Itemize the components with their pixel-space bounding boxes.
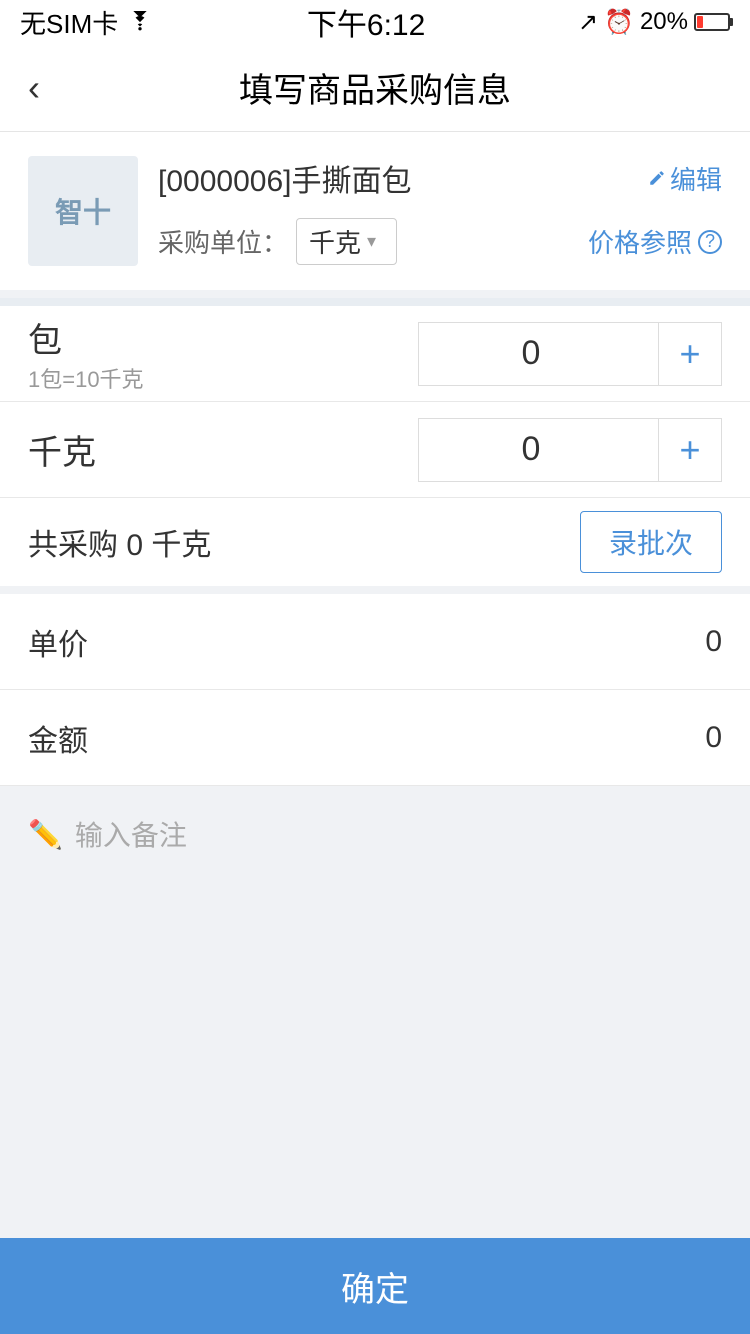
location-icon: ↗ — [578, 8, 598, 37]
remark-placeholder: 输入备注 — [75, 814, 187, 854]
status-bar: 无SIM卡 下午6:12 ↗ ⏰ 20% — [0, 0, 750, 44]
status-time: 下午6:12 — [307, 0, 425, 44]
input-section: 包 1包=10千克 + 千克 + — [0, 306, 750, 498]
status-left: 无SIM卡 — [20, 4, 154, 41]
wifi-icon — [126, 7, 154, 38]
total-summary-text: 共采购 0 千克 — [28, 520, 211, 564]
main-content: 智十 [0000006]手撕面包 编辑 采购单位： 千克 — [0, 132, 750, 1278]
bag-main-label: 包 — [28, 313, 144, 362]
page-title: 填写商品采购信息 — [239, 63, 511, 112]
unit-row: 采购单位： 千克 ▾ 价格参照 ? — [158, 218, 722, 265]
content-spacer — [0, 882, 750, 1182]
edit-icon — [648, 169, 666, 187]
bag-quantity-input[interactable] — [418, 322, 658, 386]
amount-label: 金额 — [28, 716, 88, 760]
back-button[interactable]: ‹ — [28, 67, 40, 109]
unit-price-label: 单价 — [28, 620, 88, 664]
carrier-label: 无SIM卡 — [20, 4, 118, 41]
battery-icon — [694, 13, 730, 31]
bag-label: 包 1包=10千克 — [28, 313, 144, 394]
bag-plus-button[interactable]: + — [658, 322, 722, 386]
dropdown-arrow-icon: ▾ — [367, 231, 376, 252]
battery-percent: 20% — [640, 8, 688, 36]
kg-plus-button[interactable]: + — [658, 418, 722, 482]
bag-input-control: + — [144, 322, 722, 386]
product-id: [0000006] — [158, 165, 291, 198]
product-name: [0000006]手撕面包 — [158, 156, 411, 200]
help-icon: ? — [698, 230, 722, 254]
amount-row: 金额 0 — [0, 690, 750, 786]
product-logo: 智十 — [55, 191, 111, 231]
unit-value: 千克 — [309, 223, 361, 260]
batch-button[interactable]: 录批次 — [580, 511, 722, 573]
unit-price-value: 0 — [705, 625, 722, 659]
bag-input-row: 包 1包=10千克 + — [0, 306, 750, 402]
kg-input-control: + — [108, 418, 722, 482]
nav-bar: ‹ 填写商品采购信息 — [0, 44, 750, 132]
kg-label: 千克 — [28, 425, 108, 474]
kg-main-label: 千克 — [28, 425, 108, 474]
kg-input-row: 千克 + — [0, 402, 750, 498]
kg-quantity-input[interactable] — [418, 418, 658, 482]
unit-price-row: 单价 0 — [0, 594, 750, 690]
divider-1 — [0, 298, 750, 306]
confirm-button[interactable]: 确定 — [0, 1238, 750, 1334]
product-name-row: [0000006]手撕面包 编辑 — [158, 156, 722, 200]
alarm-icon: ⏰ — [604, 8, 634, 37]
price-ref-button[interactable]: 价格参照 ? — [588, 223, 722, 260]
unit-label: 采购单位： — [158, 223, 288, 260]
product-info: [0000006]手撕面包 编辑 采购单位： 千克 ▾ — [158, 156, 722, 265]
amount-value: 0 — [705, 721, 722, 755]
bag-sub-label: 1包=10千克 — [28, 362, 144, 394]
remark-section[interactable]: ✏️ 输入备注 — [0, 786, 750, 882]
info-section: 单价 0 金额 0 — [0, 594, 750, 786]
product-thumbnail: 智十 — [28, 156, 138, 266]
product-card: 智十 [0000006]手撕面包 编辑 采购单位： 千克 — [0, 132, 750, 298]
product-title: 手撕面包 — [291, 165, 411, 198]
edit-button[interactable]: 编辑 — [648, 160, 722, 197]
pencil-icon: ✏️ — [28, 818, 63, 851]
summary-row: 共采购 0 千克 录批次 — [0, 498, 750, 594]
battery-fill — [697, 16, 703, 28]
unit-select[interactable]: 千克 ▾ — [296, 218, 397, 265]
status-right: ↗ ⏰ 20% — [578, 8, 730, 37]
